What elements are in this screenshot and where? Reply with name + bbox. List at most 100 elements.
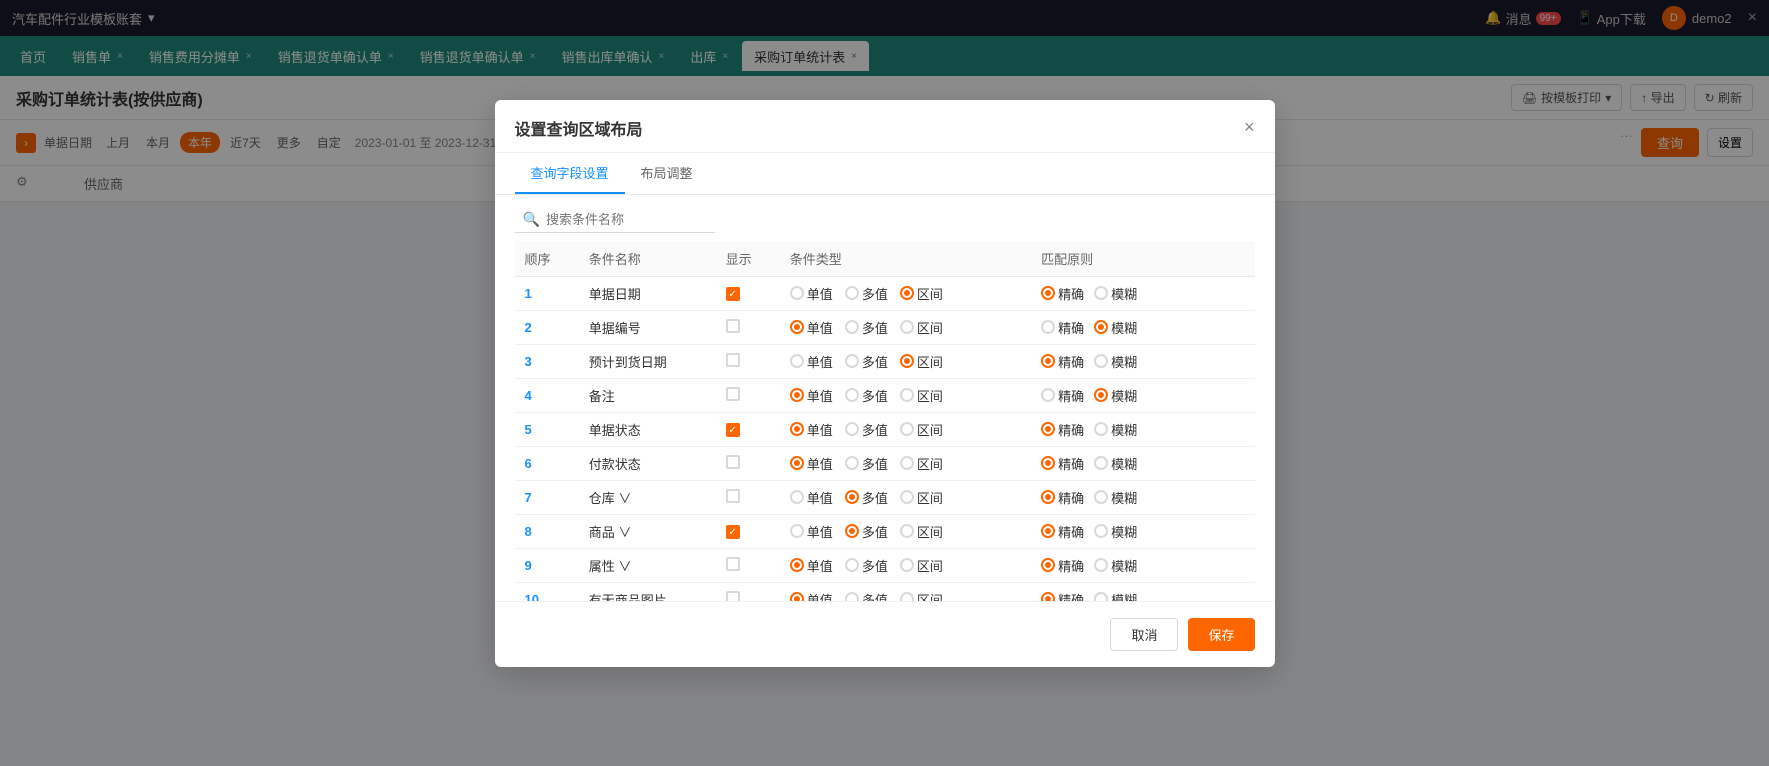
display-checkbox[interactable]: ✓ bbox=[726, 423, 740, 437]
type-multi-radio[interactable]: 多值 bbox=[845, 386, 888, 405]
col-display: 显示 bbox=[716, 241, 780, 277]
type-radio-group: 单值 多值 区间 bbox=[790, 352, 1021, 371]
type-range-radio[interactable]: 区间 bbox=[900, 420, 943, 439]
type-multi-radio[interactable]: 多值 bbox=[845, 488, 888, 507]
display-checkbox[interactable] bbox=[726, 455, 740, 469]
type-single-radio[interactable]: 单值 bbox=[790, 352, 833, 371]
match-exact-radio[interactable]: 精确 bbox=[1041, 386, 1084, 405]
type-multi-radio[interactable]: 多值 bbox=[845, 420, 888, 439]
row-order: 8 bbox=[525, 524, 532, 539]
dialog-tab-layout[interactable]: 布局调整 bbox=[625, 153, 709, 194]
display-checkbox[interactable] bbox=[726, 353, 740, 367]
type-multi-radio[interactable]: 多值 bbox=[845, 318, 888, 337]
row-condition-name: 付款状态 bbox=[579, 446, 716, 480]
dialog-table-wrap: 顺序 条件名称 显示 条件类型 匹配原则 1 单据日期 ✓ bbox=[495, 241, 1275, 601]
display-checkbox[interactable]: ✓ bbox=[726, 525, 740, 539]
match-exact-radio[interactable]: 精确 bbox=[1041, 284, 1084, 303]
type-range-radio[interactable]: 区间 bbox=[900, 522, 943, 541]
display-checkbox[interactable] bbox=[726, 387, 740, 401]
table-row: 4 备注 单值 多值 区间 精确 bbox=[515, 378, 1255, 412]
display-checkbox[interactable]: ✓ bbox=[726, 287, 740, 301]
match-radio-group: 精确 模糊 bbox=[1041, 386, 1244, 405]
type-radio-group: 单值 多值 区间 bbox=[790, 488, 1021, 507]
col-match: 匹配原则 bbox=[1031, 241, 1254, 277]
match-fuzzy-radio[interactable]: 模糊 bbox=[1094, 488, 1137, 507]
type-range-radio[interactable]: 区间 bbox=[900, 318, 943, 337]
match-fuzzy-radio[interactable]: 模糊 bbox=[1094, 522, 1137, 541]
type-range-radio[interactable]: 区间 bbox=[900, 386, 943, 405]
match-exact-radio[interactable]: 精确 bbox=[1041, 454, 1084, 473]
type-single-radio[interactable]: 单值 bbox=[790, 522, 833, 541]
type-range-radio[interactable]: 区间 bbox=[900, 488, 943, 507]
dialog-close-button[interactable]: × bbox=[1244, 117, 1255, 138]
display-checkbox[interactable] bbox=[726, 319, 740, 333]
row-condition-name: 备注 bbox=[579, 378, 716, 412]
row-condition-name: 有无商品图片 bbox=[579, 582, 716, 601]
row-order: 4 bbox=[525, 388, 532, 403]
search-input[interactable] bbox=[546, 212, 706, 227]
match-fuzzy-radio[interactable]: 模糊 bbox=[1094, 284, 1137, 303]
dialog-tab-bar: 查询字段设置 布局调整 bbox=[495, 153, 1275, 195]
save-button[interactable]: 保存 bbox=[1188, 618, 1254, 651]
match-radio-group: 精确 模糊 bbox=[1041, 556, 1244, 575]
type-multi-radio[interactable]: 多值 bbox=[845, 590, 888, 601]
match-exact-radio[interactable]: 精确 bbox=[1041, 488, 1084, 507]
match-fuzzy-radio[interactable]: 模糊 bbox=[1094, 318, 1137, 337]
table-row: 9 属性 ∨ 单值 多值 区间 精确 bbox=[515, 548, 1255, 582]
table-row: 2 单据编号 单值 多值 区间 精确 bbox=[515, 310, 1255, 344]
dialog-title: 设置查询区域布局 bbox=[515, 116, 643, 140]
type-single-radio[interactable]: 单值 bbox=[790, 590, 833, 601]
type-radio-group: 单值 多值 区间 bbox=[790, 522, 1021, 541]
display-checkbox[interactable] bbox=[726, 489, 740, 503]
type-radio-group: 单值 多值 区间 bbox=[790, 284, 1021, 303]
dialog-header: 设置查询区域布局 × bbox=[495, 100, 1275, 153]
type-multi-radio[interactable]: 多值 bbox=[845, 352, 888, 371]
type-multi-radio[interactable]: 多值 bbox=[845, 522, 888, 541]
row-order: 2 bbox=[525, 320, 532, 335]
type-range-radio[interactable]: 区间 bbox=[900, 590, 943, 601]
match-exact-radio[interactable]: 精确 bbox=[1041, 522, 1084, 541]
table-row: 6 付款状态 单值 多值 区间 精确 bbox=[515, 446, 1255, 480]
table-row: 1 单据日期 ✓ 单值 多值 区间 精确 bbox=[515, 276, 1255, 310]
match-exact-radio[interactable]: 精确 bbox=[1041, 556, 1084, 575]
match-fuzzy-radio[interactable]: 模糊 bbox=[1094, 590, 1137, 601]
type-range-radio[interactable]: 区间 bbox=[900, 284, 943, 303]
match-fuzzy-radio[interactable]: 模糊 bbox=[1094, 454, 1137, 473]
dialog-search-area: 🔍 bbox=[495, 195, 1275, 241]
modal-overlay: 设置查询区域布局 × 查询字段设置 布局调整 🔍 顺序 bbox=[0, 0, 1769, 766]
row-condition-name: 单据编号 bbox=[579, 310, 716, 344]
type-range-radio[interactable]: 区间 bbox=[900, 556, 943, 575]
conditions-table: 顺序 条件名称 显示 条件类型 匹配原则 1 单据日期 ✓ bbox=[515, 241, 1255, 601]
cancel-button[interactable]: 取消 bbox=[1110, 618, 1178, 651]
type-multi-radio[interactable]: 多值 bbox=[845, 556, 888, 575]
col-name: 条件名称 bbox=[579, 241, 716, 277]
type-single-radio[interactable]: 单值 bbox=[790, 386, 833, 405]
match-fuzzy-radio[interactable]: 模糊 bbox=[1094, 556, 1137, 575]
match-fuzzy-radio[interactable]: 模糊 bbox=[1094, 420, 1137, 439]
match-radio-group: 精确 模糊 bbox=[1041, 318, 1244, 337]
type-radio-group: 单值 多值 区间 bbox=[790, 556, 1021, 575]
type-multi-radio[interactable]: 多值 bbox=[845, 284, 888, 303]
match-radio-group: 精确 模糊 bbox=[1041, 284, 1244, 303]
type-range-radio[interactable]: 区间 bbox=[900, 454, 943, 473]
type-single-radio[interactable]: 单值 bbox=[790, 284, 833, 303]
display-checkbox[interactable] bbox=[726, 557, 740, 571]
table-row: 7 仓库 ∨ 单值 多值 区间 精确 bbox=[515, 480, 1255, 514]
type-single-radio[interactable]: 单值 bbox=[790, 454, 833, 473]
match-exact-radio[interactable]: 精确 bbox=[1041, 352, 1084, 371]
match-fuzzy-radio[interactable]: 模糊 bbox=[1094, 386, 1137, 405]
type-single-radio[interactable]: 单值 bbox=[790, 488, 833, 507]
type-single-radio[interactable]: 单值 bbox=[790, 556, 833, 575]
match-exact-radio[interactable]: 精确 bbox=[1041, 590, 1084, 601]
type-multi-radio[interactable]: 多值 bbox=[845, 454, 888, 473]
match-fuzzy-radio[interactable]: 模糊 bbox=[1094, 352, 1137, 371]
dialog-tab-fields[interactable]: 查询字段设置 bbox=[515, 153, 625, 194]
match-exact-radio[interactable]: 精确 bbox=[1041, 420, 1084, 439]
match-exact-radio[interactable]: 精确 bbox=[1041, 318, 1084, 337]
type-single-radio[interactable]: 单值 bbox=[790, 420, 833, 439]
type-range-radio[interactable]: 区间 bbox=[900, 352, 943, 371]
type-single-radio[interactable]: 单值 bbox=[790, 318, 833, 337]
settings-dialog: 设置查询区域布局 × 查询字段设置 布局调整 🔍 顺序 bbox=[495, 100, 1275, 667]
type-radio-group: 单值 多值 区间 bbox=[790, 420, 1021, 439]
display-checkbox[interactable] bbox=[726, 591, 740, 601]
